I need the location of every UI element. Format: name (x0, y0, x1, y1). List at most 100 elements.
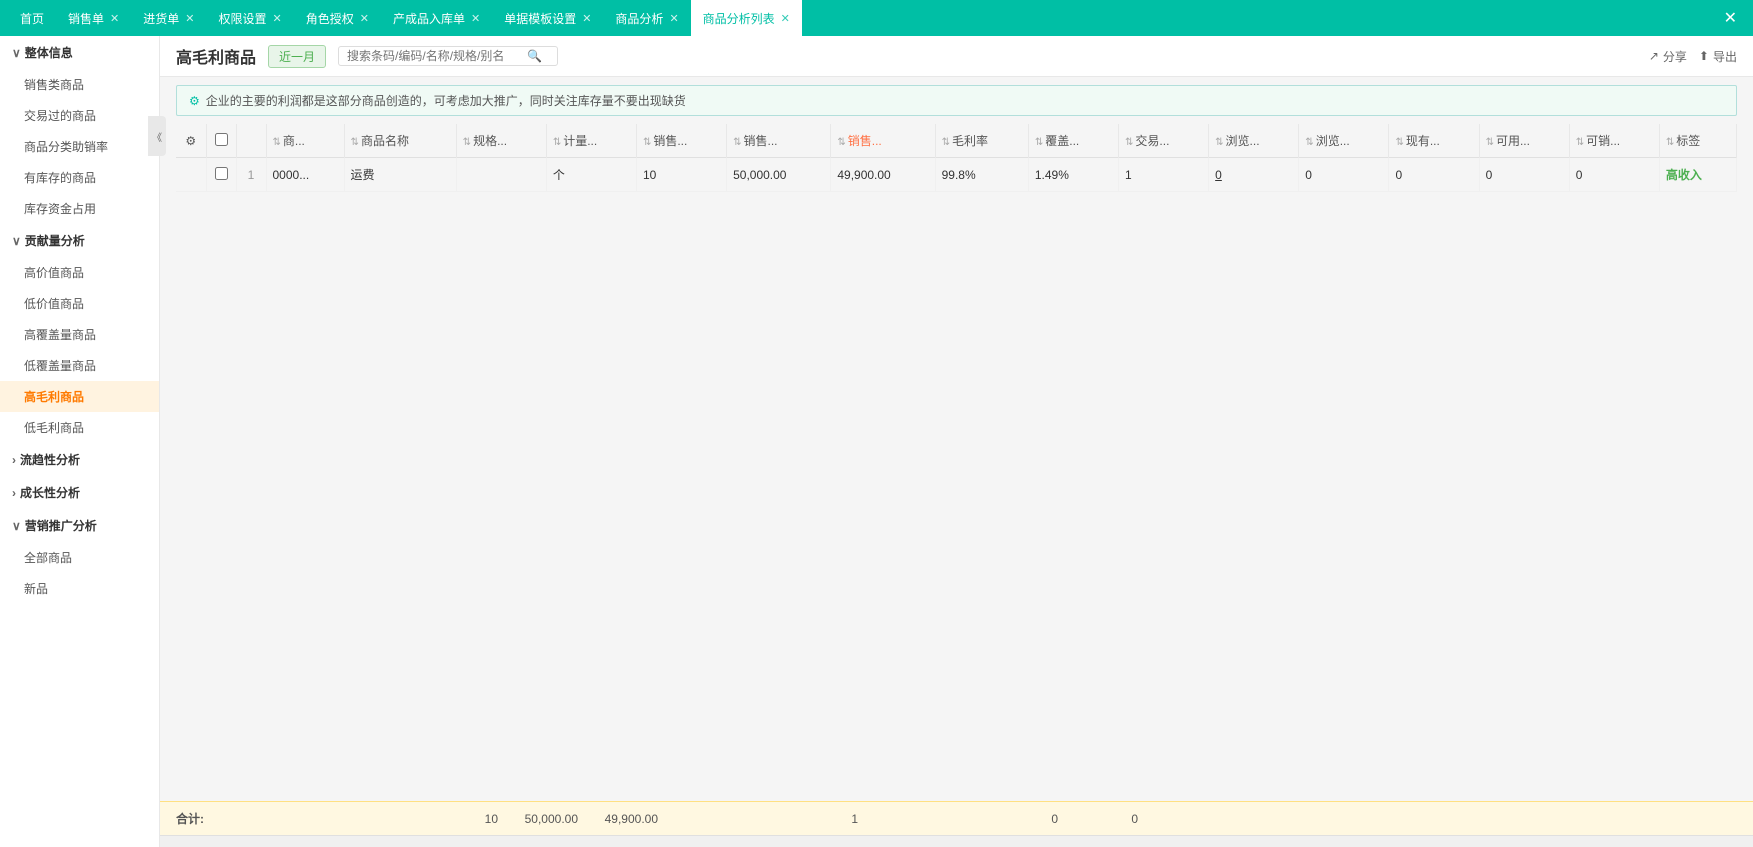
col-unit[interactable]: ⇅计量... (546, 124, 636, 158)
close-icon[interactable]: ✕ (110, 12, 119, 25)
sidebar-group-overall[interactable]: ∨ 整体信息 (0, 36, 159, 69)
search-icon[interactable]: 🔍 (527, 49, 542, 63)
nav-tab-role[interactable]: 角色授权 ✕ (294, 0, 381, 36)
data-table: ⚙ ⇅商... ⇅商品名称 ⇅规格... ⇅计量... ⇅销售... ⇅销售..… (176, 124, 1737, 192)
nav-tab-permission[interactable]: 权限设置 ✕ (206, 0, 293, 36)
sidebar-collapse-button[interactable]: 《 (148, 116, 166, 156)
footer-cell-empty4 (864, 812, 984, 826)
sidebar-item-high-margin[interactable]: 高毛利商品 (0, 381, 159, 412)
close-icon[interactable]: ✕ (185, 12, 194, 25)
cell-browse2: 0 (1299, 158, 1389, 192)
chevron-down-icon: ∨ (12, 46, 21, 60)
col-sales-amt[interactable]: ⇅销售... (727, 124, 831, 158)
sidebar-item-high-coverage[interactable]: 高覆盖量商品 (0, 319, 159, 350)
chevron-down-icon: ∨ (12, 234, 21, 248)
cell-checkbox[interactable] (206, 158, 236, 192)
sidebar-item-low-margin[interactable]: 低毛利商品 (0, 412, 159, 443)
tip-text: 企业的主要的利润都是这部分商品创造的，可考虑加大推广，同时关注库存量不要出现缺货 (206, 92, 686, 109)
col-sales-cost[interactable]: ⇅销售... (831, 124, 935, 158)
sidebar-item-low-coverage[interactable]: 低覆盖量商品 (0, 350, 159, 381)
nav-tab-product-in[interactable]: 产成品入库单 ✕ (381, 0, 492, 36)
nav-tab-analysis[interactable]: 商品分析 ✕ (603, 0, 690, 36)
sidebar-item-all-goods[interactable]: 全部商品 (0, 542, 159, 573)
col-browse1[interactable]: ⇅浏览... (1209, 124, 1299, 158)
main-content: 高毛利商品 近一月 🔍 ↗ 分享 ⬆ 导出 ⚙ 企业的主要的利润都是这部分商品创… (160, 36, 1753, 847)
table-area: ⚙ ⇅商... ⇅商品名称 ⇅规格... ⇅计量... ⇅销售... ⇅销售..… (160, 124, 1753, 801)
sidebar-item-category-rate[interactable]: 商品分类助销率 (0, 131, 159, 162)
cell-cover: 1.49% (1028, 158, 1118, 192)
nav-tab-home[interactable]: 首页 (8, 0, 56, 36)
close-icon[interactable]: ✕ (582, 12, 591, 25)
cell-settings (176, 158, 206, 192)
sidebar-item-low-value[interactable]: 低价值商品 (0, 288, 159, 319)
sidebar-group-overall-label: 整体信息 (25, 44, 73, 61)
sidebar-item-in-stock[interactable]: 有库存的商品 (0, 162, 159, 193)
search-input[interactable] (347, 49, 527, 63)
cell-unit: 个 (546, 158, 636, 192)
col-settings[interactable]: ⚙ (176, 124, 206, 158)
content-header: 高毛利商品 近一月 🔍 ↗ 分享 ⬆ 导出 (160, 36, 1753, 77)
cell-stock2: 0 (1479, 158, 1569, 192)
sidebar-group-contribution[interactable]: ∨ 贡献量分析 (0, 224, 159, 257)
cell-trade: 1 (1119, 158, 1209, 192)
footer-label: 合计: (176, 810, 204, 827)
close-icon[interactable]: ✕ (781, 12, 790, 25)
cell-stock1: 0 (1389, 158, 1479, 192)
sidebar-item-sales-goods[interactable]: 销售类商品 (0, 69, 159, 100)
nav-tab-analysis-list-label: 商品分析列表 (703, 10, 775, 27)
nav-tab-sales[interactable]: 销售单 ✕ (56, 0, 131, 36)
sidebar-group-growth[interactable]: › 成长性分析 (0, 476, 159, 509)
col-tag[interactable]: ⇅标签 (1659, 124, 1736, 158)
sidebar-group-trend[interactable]: › 流趋性分析 (0, 443, 159, 476)
sidebar-item-new-goods[interactable]: 新品 (0, 573, 159, 604)
col-cover[interactable]: ⇅覆盖... (1028, 124, 1118, 158)
share-icon: ↗ (1649, 49, 1659, 63)
cell-sales-cost: 49,900.00 (831, 158, 935, 192)
nav-tab-sales-label: 销售单 (68, 10, 104, 27)
col-trade[interactable]: ⇅交易... (1119, 124, 1209, 158)
col-browse2[interactable]: ⇅浏览... (1299, 124, 1389, 158)
sidebar-item-stock-capital[interactable]: 库存资金占用 (0, 193, 159, 224)
col-code[interactable]: ⇅商... (266, 124, 344, 158)
col-spec[interactable]: ⇅规格... (456, 124, 546, 158)
filter-recent-month-button[interactable]: 近一月 (268, 45, 326, 68)
col-stock1[interactable]: ⇅现有... (1389, 124, 1479, 158)
nav-tab-permission-label: 权限设置 (218, 10, 266, 27)
close-icon[interactable]: ✕ (273, 12, 282, 25)
close-icon[interactable]: ✕ (471, 12, 480, 25)
export-button[interactable]: ⬆ 导出 (1699, 48, 1737, 65)
chevron-right-icon: › (12, 453, 16, 467)
horizontal-scrollbar[interactable] (160, 835, 1753, 847)
sidebar-group-marketing-label: 营销推广分析 (25, 517, 97, 534)
footer-cell-sales-amt: 50,000.00 (504, 812, 584, 826)
close-icon[interactable]: ✕ (669, 12, 678, 25)
footer-cell-sales-qty: 10 (424, 812, 504, 826)
nav-tab-purchase-label: 进货单 (143, 10, 179, 27)
col-stock2[interactable]: ⇅可用... (1479, 124, 1569, 158)
col-sales-qty[interactable]: ⇅销售... (636, 124, 726, 158)
cell-tag: 高收入 (1659, 158, 1736, 192)
nav-tab-template[interactable]: 单据模板设置 ✕ (492, 0, 603, 36)
select-all-checkbox[interactable] (215, 133, 228, 146)
share-button[interactable]: ↗ 分享 (1649, 48, 1687, 65)
footer-total-bar: 合计: 10 50,000.00 49,900.00 1 0 0 (160, 801, 1753, 835)
cell-browse1[interactable]: 0 (1209, 158, 1299, 192)
footer-cells: 10 50,000.00 49,900.00 1 0 0 (244, 812, 1737, 826)
sidebar-item-high-value[interactable]: 高价值商品 (0, 257, 159, 288)
row-checkbox[interactable] (215, 167, 228, 180)
col-checkbox[interactable] (206, 124, 236, 158)
sidebar-group-marketing[interactable]: ∨ 营销推广分析 (0, 509, 159, 542)
nav-tab-analysis-list[interactable]: 商品分析列表 ✕ (691, 0, 802, 36)
nav-tab-purchase[interactable]: 进货单 ✕ (131, 0, 206, 36)
col-gross-rate[interactable]: ⇅毛利率 (935, 124, 1028, 158)
search-box: 🔍 (338, 46, 558, 66)
sidebar-group-contribution-label: 贡献量分析 (25, 232, 85, 249)
close-icon[interactable]: ✕ (360, 12, 369, 25)
nav-tab-analysis-label: 商品分析 (615, 10, 663, 27)
sidebar-item-traded-goods[interactable]: 交易过的商品 (0, 100, 159, 131)
col-stock3[interactable]: ⇅可销... (1569, 124, 1659, 158)
col-name[interactable]: ⇅商品名称 (344, 124, 456, 158)
footer-cell-stock2: 0 (1064, 812, 1144, 826)
nav-tab-role-label: 角色授权 (306, 10, 354, 27)
window-close-icon[interactable]: ✕ (1716, 8, 1745, 28)
